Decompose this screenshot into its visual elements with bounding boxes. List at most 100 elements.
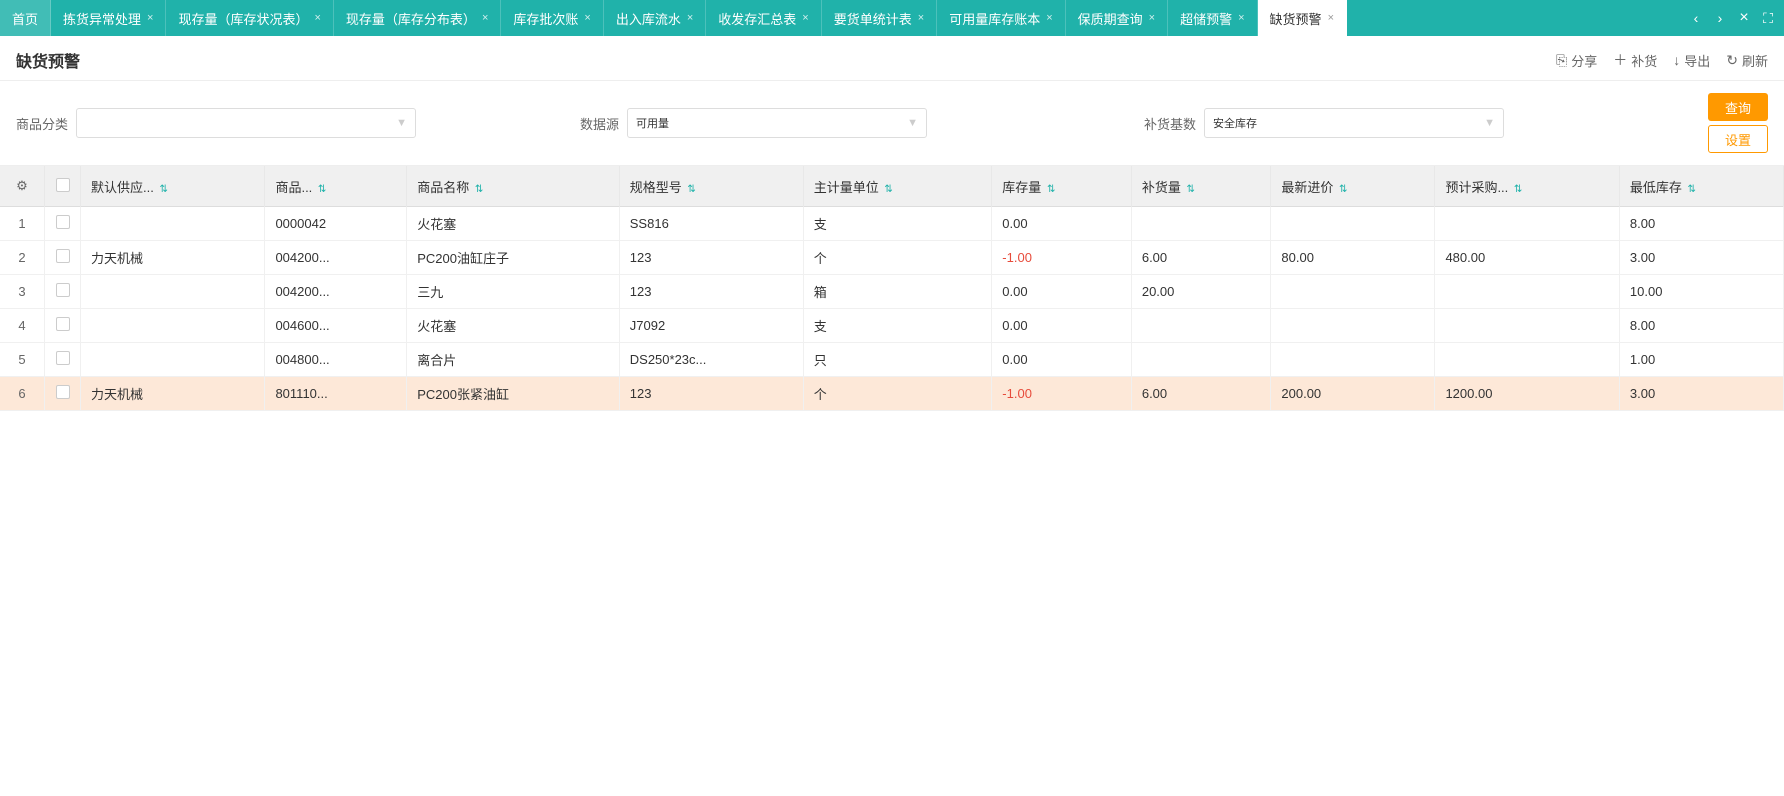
page-content: 缺货预警 ⎘ 分享 ＋ 补货 ↓ 导出 ↻ 刷新 商品分类: [0, 36, 1784, 796]
tab-fullscreen-btn[interactable]: ⛶: [1756, 6, 1780, 30]
close-tab-xzcl[interactable]: ×: [314, 12, 320, 24]
close-tab-ccyj[interactable]: ×: [1238, 12, 1244, 24]
tab-qhyj[interactable]: 缺货预警 ×: [1258, 0, 1347, 36]
row-select-checkbox[interactable]: [56, 351, 70, 365]
row-goods-name: PC200油缸庄子: [407, 241, 620, 275]
tab-crls[interactable]: 出入库流水 ×: [604, 0, 706, 36]
row-unit: 个: [803, 377, 992, 411]
sort-est-purchase-icon: ⇅: [1514, 184, 1522, 195]
tab-kcpcp[interactable]: 库存批次账 ×: [501, 0, 603, 36]
header-checkbox[interactable]: [56, 178, 70, 192]
row-restock-qty: [1131, 309, 1271, 343]
row-min-stock: 10.00: [1619, 275, 1783, 309]
row-checkbox[interactable]: [45, 241, 81, 275]
row-unit: 个: [803, 241, 992, 275]
row-restock-qty: 6.00: [1131, 377, 1271, 411]
export-button[interactable]: ↓ 导出: [1673, 51, 1710, 70]
row-latest-price: [1271, 343, 1435, 377]
filter-actions: 查询 设置: [1708, 93, 1768, 153]
close-tab-crls[interactable]: ×: [687, 12, 693, 24]
row-restock-qty: 20.00: [1131, 275, 1271, 309]
datasource-select[interactable]: 可用量 ▼: [627, 108, 927, 138]
row-stock: 0.00: [992, 275, 1132, 309]
refresh-icon: ↻: [1726, 52, 1738, 69]
th-restock-qty[interactable]: 补货量 ⇅: [1131, 166, 1271, 207]
th-spec[interactable]: 规格型号 ⇅: [619, 166, 803, 207]
tab-sdhz[interactable]: 收发存汇总表 ×: [706, 0, 821, 36]
row-latest-price: [1271, 207, 1435, 241]
datasource-filter: 数据源 可用量 ▼: [580, 108, 1120, 138]
th-est-purchase[interactable]: 预计采购... ⇅: [1435, 166, 1619, 207]
settings-icon[interactable]: ⚙: [10, 174, 34, 198]
close-tab-qhyj[interactable]: ×: [1328, 12, 1334, 24]
row-spec: SS816: [619, 207, 803, 241]
table-body: 1 0000042 火花塞 SS816 支 0.00 8.00 2 力天机械 0…: [0, 207, 1784, 411]
th-latest-price[interactable]: 最新进价 ⇅: [1271, 166, 1435, 207]
th-checkbox[interactable]: [45, 166, 81, 207]
sort-goods-name-icon: ⇅: [475, 184, 483, 195]
category-select[interactable]: ▼: [76, 108, 416, 138]
row-spec: 123: [619, 377, 803, 411]
row-unit: 支: [803, 309, 992, 343]
row-min-stock: 3.00: [1619, 377, 1783, 411]
refresh-button[interactable]: ↻ 刷新: [1726, 51, 1768, 70]
row-select-checkbox[interactable]: [56, 249, 70, 263]
row-checkbox[interactable]: [45, 275, 81, 309]
tab-prev-btn[interactable]: ‹: [1684, 6, 1708, 30]
row-goods-name: 火花塞: [407, 309, 620, 343]
row-checkbox[interactable]: [45, 377, 81, 411]
th-stock[interactable]: 库存量 ⇅: [992, 166, 1132, 207]
settings-button[interactable]: 设置: [1708, 125, 1768, 153]
tab-home[interactable]: 首页: [0, 0, 51, 36]
sort-restock-qty-icon: ⇅: [1186, 184, 1194, 195]
th-goods-code[interactable]: 商品... ⇅: [265, 166, 407, 207]
tab-tyjyc[interactable]: 拣货异常处理 ×: [51, 0, 166, 36]
row-checkbox[interactable]: [45, 207, 81, 241]
restock-button[interactable]: ＋ 补货: [1613, 50, 1657, 70]
row-unit: 只: [803, 343, 992, 377]
row-no: 6: [0, 377, 45, 411]
replenish-chevron-icon: ▼: [1484, 117, 1495, 129]
close-tab-ygdtjb[interactable]: ×: [918, 12, 924, 24]
tab-ccyj[interactable]: 超储预警 ×: [1168, 0, 1257, 36]
sort-stock-icon: ⇅: [1047, 184, 1055, 195]
close-tab-kcpcp[interactable]: ×: [584, 12, 590, 24]
query-button[interactable]: 查询: [1708, 93, 1768, 121]
row-no: 5: [0, 343, 45, 377]
table-row: 3 004200... 三九 123 箱 0.00 20.00 10.00: [0, 275, 1784, 309]
row-select-checkbox[interactable]: [56, 215, 70, 229]
close-tab-sdhz[interactable]: ×: [802, 12, 808, 24]
row-supplier: [81, 275, 265, 309]
replenish-select[interactable]: 安全库存 ▼: [1204, 108, 1504, 138]
table-row: 4 004600... 火花塞 J7092 支 0.00 8.00: [0, 309, 1784, 343]
tab-ygdtjb[interactable]: 要货单统计表 ×: [822, 0, 937, 36]
tab-xzcl[interactable]: 现存量（库存状况表） ×: [166, 0, 333, 36]
close-tab-kyljzb[interactable]: ×: [1046, 12, 1052, 24]
th-min-stock[interactable]: 最低库存 ⇅: [1619, 166, 1783, 207]
tab-bar: 首页 拣货异常处理 × 现存量（库存状况表） × 现存量（库存分布表） × 库存…: [0, 0, 1784, 36]
row-checkbox[interactable]: [45, 309, 81, 343]
th-supplier[interactable]: 默认供应... ⇅: [81, 166, 265, 207]
close-tab-tyjyc[interactable]: ×: [147, 12, 153, 24]
page-header: 缺货预警 ⎘ 分享 ＋ 补货 ↓ 导出 ↻ 刷新: [0, 36, 1784, 81]
row-goods-code: 004600...: [265, 309, 407, 343]
row-select-checkbox[interactable]: [56, 317, 70, 331]
share-button[interactable]: ⎘ 分享: [1556, 51, 1597, 70]
tab-xzclfb[interactable]: 现存量（库存分布表） ×: [334, 0, 501, 36]
tab-next-btn[interactable]: ›: [1708, 6, 1732, 30]
row-unit: 支: [803, 207, 992, 241]
tab-kyljzb[interactable]: 可用量库存账本 ×: [937, 0, 1065, 36]
row-goods-name: PC200张紧油缸: [407, 377, 620, 411]
tab-bqcx[interactable]: 保质期查询 ×: [1066, 0, 1168, 36]
th-unit[interactable]: 主计量单位 ⇅: [803, 166, 992, 207]
tab-close-all-btn[interactable]: ×: [1732, 6, 1756, 30]
th-goods-name[interactable]: 商品名称 ⇅: [407, 166, 620, 207]
row-select-checkbox[interactable]: [56, 385, 70, 399]
row-select-checkbox[interactable]: [56, 283, 70, 297]
row-checkbox[interactable]: [45, 343, 81, 377]
row-min-stock: 1.00: [1619, 343, 1783, 377]
close-tab-bqcx[interactable]: ×: [1149, 12, 1155, 24]
th-settings[interactable]: ⚙: [0, 166, 45, 207]
close-tab-xzclfb[interactable]: ×: [482, 12, 488, 24]
row-supplier: 力天机械: [81, 241, 265, 275]
